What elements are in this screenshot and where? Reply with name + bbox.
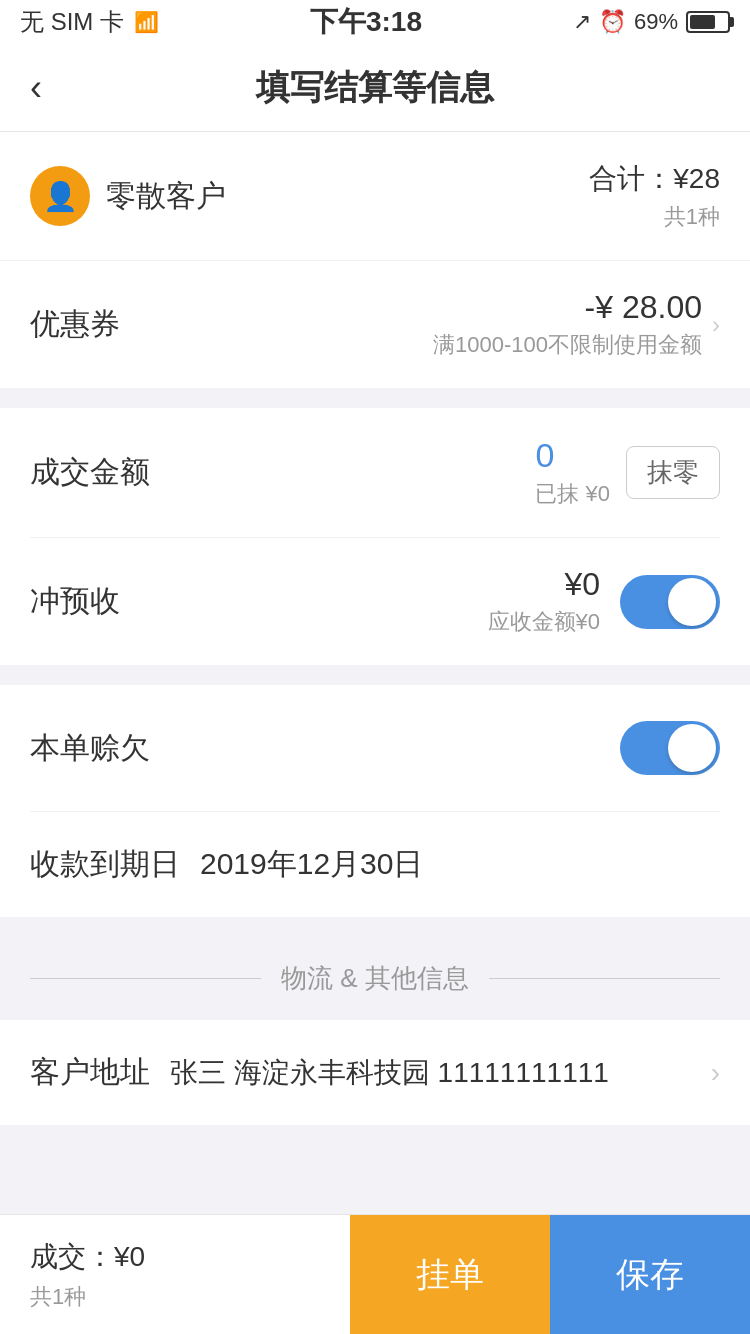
bottom-deal-value: ¥0 — [114, 1241, 145, 1272]
chevron-right-icon: › — [712, 311, 720, 339]
coupon-label: 优惠券 — [30, 304, 120, 345]
bottom-info: 成交：¥0 共1种 — [0, 1238, 350, 1312]
logistics-line-right — [489, 978, 720, 979]
precharge-label: 冲预收 — [30, 581, 120, 622]
bottom-count: 共1种 — [30, 1282, 320, 1312]
due-date-value: 2019年12月30日 — [200, 844, 423, 885]
precharge-row: 冲预收 ¥0 应收金额¥0 — [30, 538, 720, 665]
bottom-bar: 成交：¥0 共1种 挂单 保存 — [0, 1214, 750, 1334]
bottom-deal-label: 成交： — [30, 1241, 114, 1272]
page-title: 填写结算等信息 — [256, 65, 494, 111]
address-label: 客户地址 — [30, 1052, 150, 1093]
pending-button[interactable]: 挂单 — [350, 1215, 550, 1334]
precharge-sub: 应收金额¥0 — [488, 607, 600, 637]
status-left: 无 SIM 卡 📶 — [20, 6, 159, 38]
customer-name: 零散客户 — [106, 176, 226, 217]
coupon-discount: -¥ 28.00 — [433, 289, 702, 326]
battery-icon — [686, 11, 730, 33]
location-icon: ↗ — [573, 9, 591, 35]
back-button[interactable]: ‹ — [30, 67, 42, 109]
save-button[interactable]: 保存 — [550, 1215, 750, 1334]
debt-toggle[interactable] — [620, 721, 720, 775]
battery-percent: 69% — [634, 9, 678, 35]
deal-amount-row: 成交金额 0 已抹 ¥0 抹零 — [30, 408, 720, 538]
debt-label: 本单赊欠 — [30, 728, 150, 769]
round-button[interactable]: 抹零 — [626, 446, 720, 499]
customer-section: 👤 零散客户 合计：¥28 共1种 优惠券 -¥ 28.00 满1000-100… — [0, 132, 750, 388]
logistics-line-left — [30, 978, 261, 979]
wifi-icon: 📶 — [134, 10, 159, 34]
bottom-deal-amount: 成交：¥0 — [30, 1238, 320, 1276]
deal-amount-sub: 已抹 ¥0 — [535, 479, 610, 509]
coupon-row[interactable]: 优惠券 -¥ 28.00 满1000-100不限制使用金额 › — [0, 260, 750, 388]
due-date-row: 收款到期日 2019年12月30日 — [30, 812, 720, 917]
alarm-icon: ⏰ — [599, 9, 626, 35]
nav-bar: ‹ 填写结算等信息 — [0, 44, 750, 132]
section-divider — [0, 917, 750, 937]
logistics-header: 物流 & 其他信息 — [0, 937, 750, 1020]
debt-row: 本单赊欠 — [30, 685, 720, 812]
address-row[interactable]: 客户地址 张三 海淀永丰科技园 11111111111 › — [30, 1020, 720, 1125]
address-chevron-icon: › — [711, 1057, 720, 1089]
bottom-buttons: 挂单 保存 — [350, 1215, 750, 1334]
status-right: ↗ ⏰ 69% — [573, 9, 730, 35]
status-bar: 无 SIM 卡 📶 下午3:18 ↗ ⏰ 69% — [0, 0, 750, 44]
address-value: 张三 海淀永丰科技园 11111111111 — [170, 1054, 711, 1092]
customer-row: 👤 零散客户 合计：¥28 共1种 — [0, 132, 750, 260]
due-date-label: 收款到期日 — [30, 844, 180, 885]
carrier-label: 无 SIM 卡 — [20, 6, 124, 38]
deal-amount-label: 成交金额 — [30, 452, 150, 493]
deal-section: 成交金额 0 已抹 ¥0 抹零 冲预收 ¥0 应收金额¥0 — [0, 408, 750, 665]
total-amount: 合计：¥28 — [589, 160, 720, 198]
coupon-description: 满1000-100不限制使用金额 — [433, 330, 702, 360]
precharge-amount: ¥0 — [488, 566, 600, 603]
debt-section: 本单赊欠 收款到期日 2019年12月30日 — [0, 685, 750, 917]
status-time: 下午3:18 — [310, 3, 422, 41]
deal-amount-value: 0 — [535, 436, 610, 475]
logistics-label: 物流 & 其他信息 — [261, 961, 489, 996]
toggle-knob — [668, 578, 716, 626]
total-count: 共1种 — [589, 202, 720, 232]
precharge-toggle[interactable] — [620, 575, 720, 629]
debt-toggle-knob — [668, 724, 716, 772]
avatar: 👤 — [30, 166, 90, 226]
address-section: 客户地址 张三 海淀永丰科技园 11111111111 › — [0, 1020, 750, 1125]
